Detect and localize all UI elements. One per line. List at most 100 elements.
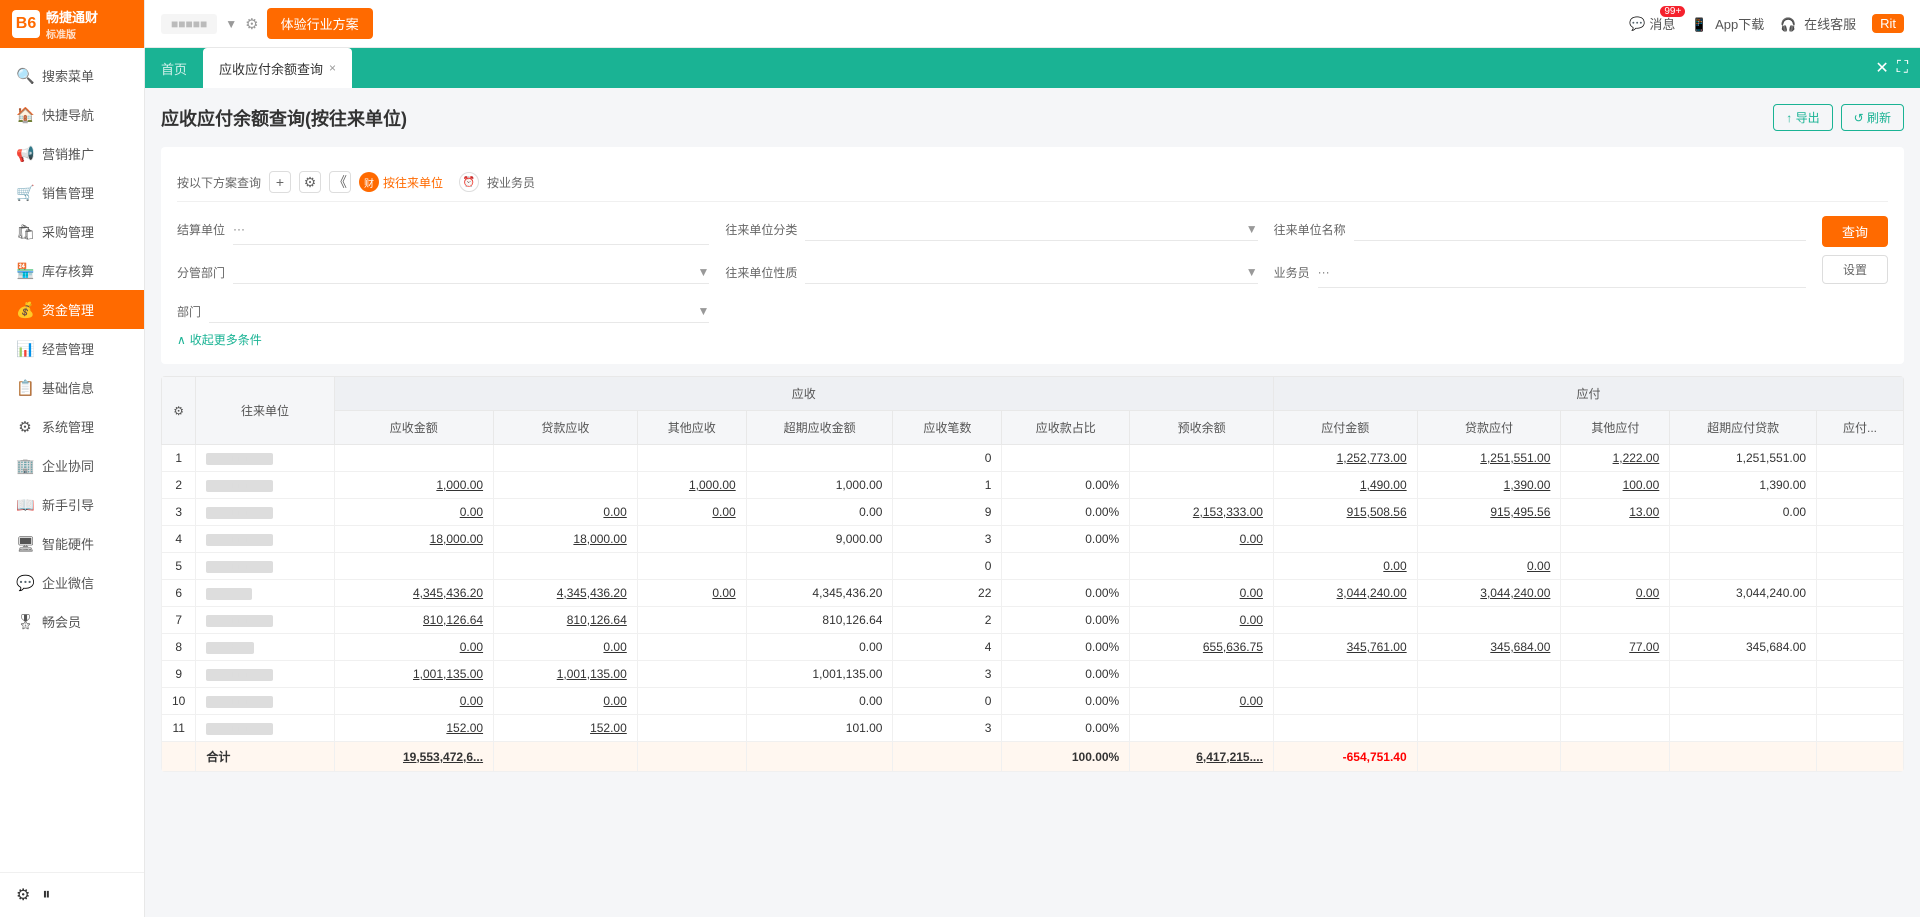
settings-gear-icon[interactable]: ⚙ [245,15,258,33]
download-label: App下载 [1715,17,1764,32]
sidebar-item-operation[interactable]: 📊经营管理 [0,329,144,368]
table-row: 11■■■■152.00152.00101.0030.00% [162,715,1904,742]
collapse-icon[interactable]: ⏸ [42,886,50,904]
quick-nav-icon: 🏠 [16,106,34,124]
sidebar-item-system[interactable]: ⚙系统管理 [0,407,144,446]
partner-name-label: 往来单位名称 [1274,221,1346,238]
salesman-input[interactable] [1318,261,1806,283]
table-row: 3■■■■0.000.000.000.0090.00%2,153,333.009… [162,499,1904,526]
sidebar-item-basic-info[interactable]: 📋基础信息 [0,368,144,407]
collapse-scheme-button[interactable]: 《 [329,171,351,193]
partner-category-dropdown[interactable]: ▼ [1246,222,1258,236]
footer-ap-overdue [1670,742,1817,772]
main-content: 应收应付余额查询(按往来单位) ↑ 导出 ↺ 刷新 按以下方案查询 + ⚙ 《 … [145,88,1920,917]
sidebar-item-member[interactable]: 🎖畅会员 [0,602,144,641]
edit-scheme-button[interactable]: ⚙ [299,171,321,193]
tab-expand-icon[interactable]: ⛶ [1897,59,1908,77]
partner-name-input[interactable] [1354,218,1806,241]
guide-icon: 📖 [16,496,34,514]
table-row: 4■■■■18,000.0018,000.009,000.0030.00%0.0… [162,526,1904,553]
sidebar-item-label: 基础信息 [42,378,94,397]
sidebar-item-sales[interactable]: 🛒销售管理 [0,173,144,212]
inventory-icon: 🏪 [16,262,34,280]
refresh-icon: ↺ [1854,111,1864,125]
scheme-by-salesman[interactable]: ⏰ 按业务员 [459,172,535,192]
sidebar-item-finance[interactable]: 💰资金管理 [0,290,144,329]
sidebar-item-quick-nav[interactable]: 🏠快捷导航 [0,95,144,134]
query-button[interactable]: 查询 [1822,216,1888,247]
settings-icon[interactable]: ⚙ [16,885,30,905]
tab-close-all-icon[interactable]: ✕ [1875,58,1888,78]
table-row: 7■■■■810,126.64810,126.64810,126.6420.00… [162,607,1904,634]
th-ap-other: 其他应付 [1561,411,1670,445]
th-ar-prepay: 预收余额 [1130,411,1274,445]
th-ap-amount: 应付金额 [1273,411,1417,445]
sidebar-item-purchase[interactable]: 🛍采购管理 [0,212,144,251]
online-service[interactable]: 🎧 在线客服 [1780,14,1856,33]
top-bar-left: ■■■■■ ▼ ⚙ 体验行业方案 [161,8,1629,39]
tab-ar-ap[interactable]: 应收应付余额查询 × [203,48,352,88]
wechat-icon: 💬 [16,574,34,592]
tab-bar: 首页 应收应付余额查询 × ✕ ⛶ [145,48,1920,88]
filter-partner-nature: 往来单位性质 ▼ [725,257,1257,288]
sidebar-item-guide[interactable]: 📖新手引导 [0,485,144,524]
top-bar: ■■■■■ ▼ ⚙ 体验行业方案 💬 消息 99+ 📱 App下载 🎧 在线客服… [145,0,1920,48]
logo-icon: B6 [12,10,40,38]
message-wrap[interactable]: 💬 消息 99+ [1629,14,1675,33]
table-row: 2■■■■1,000.001,000.001,000.0010.00%1,490… [162,472,1904,499]
dept-dropdown[interactable]: ▼ [697,304,709,318]
footer-ap-more [1817,742,1904,772]
settlement-unit-input[interactable] [233,218,709,240]
scheme-by-partner[interactable]: 财 按往来单位 [359,172,443,192]
search-menu-icon: 🔍 [16,67,34,85]
dropdown-icon[interactable]: ▼ [225,17,237,31]
app-download[interactable]: 📱 App下载 [1691,14,1764,33]
table-settings-header[interactable]: ⚙ [162,377,196,445]
th-ar-overdue: 超期应收金额 [746,411,893,445]
message-badge: 99+ [1660,6,1685,17]
export-button[interactable]: ↑ 导出 [1773,104,1832,131]
footer-ar-count [893,742,1002,772]
sidebar-item-label: 搜索菜单 [42,66,94,85]
sidebar-item-inventory[interactable]: 🏪库存核算 [0,251,144,290]
app-logo: B6 畅捷通财 标准版 [0,0,144,48]
scheme-partner-icon: 财 [359,172,379,192]
collapse-more-btn[interactable]: ∧ 收起更多条件 [177,331,1806,348]
th-ar-amount: 应收金额 [334,411,494,445]
filter-dept-manager: 分管部门 ▼ [177,257,709,288]
th-ar-ratio: 应收款占比 [1002,411,1130,445]
sidebar-menu: 🔍 搜索菜单 🏠快捷导航📢营销推广🛒销售管理🛍采购管理🏪库存核算💰资金管理📊经营管理… [0,48,144,872]
filter-panel: 按以下方案查询 + ⚙ 《 财 按往来单位 ⏰ 按业务员 结算单位 [161,147,1904,364]
filter-dept: 部门 ▼ [177,300,709,323]
scheme-salesman-icon: ⏰ [459,172,479,192]
refresh-button[interactable]: ↺ 刷新 [1841,104,1904,131]
message-icon: 💬 [1629,16,1645,32]
user-avatar[interactable]: Rit [1872,14,1904,33]
sidebar-item-label: 经营管理 [42,339,94,358]
sidebar-item-wechat[interactable]: 💬企业微信 [0,563,144,602]
solution-button[interactable]: 体验行业方案 [267,8,373,39]
th-ar-count: 应收笔数 [893,411,1002,445]
th-group-ap: 应付 [1273,377,1903,411]
filter-settlement-unit: 结算单位 [177,214,709,245]
sidebar-item-label: 销售管理 [42,183,94,202]
sidebar-item-label: 资金管理 [42,300,94,319]
th-group-ar: 应收 [334,377,1273,411]
dept-manager-dropdown[interactable]: ▼ [697,265,709,279]
filter-partner-name: 往来单位名称 [1274,214,1806,245]
page-actions: ↑ 导出 ↺ 刷新 [1773,104,1904,131]
tab-close-icon[interactable]: × [329,61,336,75]
sidebar-item-enterprise[interactable]: 🏢企业协同 [0,446,144,485]
sidebar-item-hardware[interactable]: 🖥智能硬件 [0,524,144,563]
partner-nature-label: 往来单位性质 [725,264,797,281]
partner-nature-dropdown[interactable]: ▼ [1246,265,1258,279]
footer-ar-loan [494,742,638,772]
service-icon: 🎧 [1780,17,1796,32]
salesman-label: 业务员 [1274,264,1310,281]
add-scheme-button[interactable]: + [269,171,291,193]
sidebar-item-marketing[interactable]: 📢营销推广 [0,134,144,173]
tab-home[interactable]: 首页 [145,48,203,88]
sidebar-item-search-menu[interactable]: 🔍 搜索菜单 [0,56,144,95]
footer-ar-other [637,742,746,772]
settings-button[interactable]: 设置 [1822,255,1888,284]
